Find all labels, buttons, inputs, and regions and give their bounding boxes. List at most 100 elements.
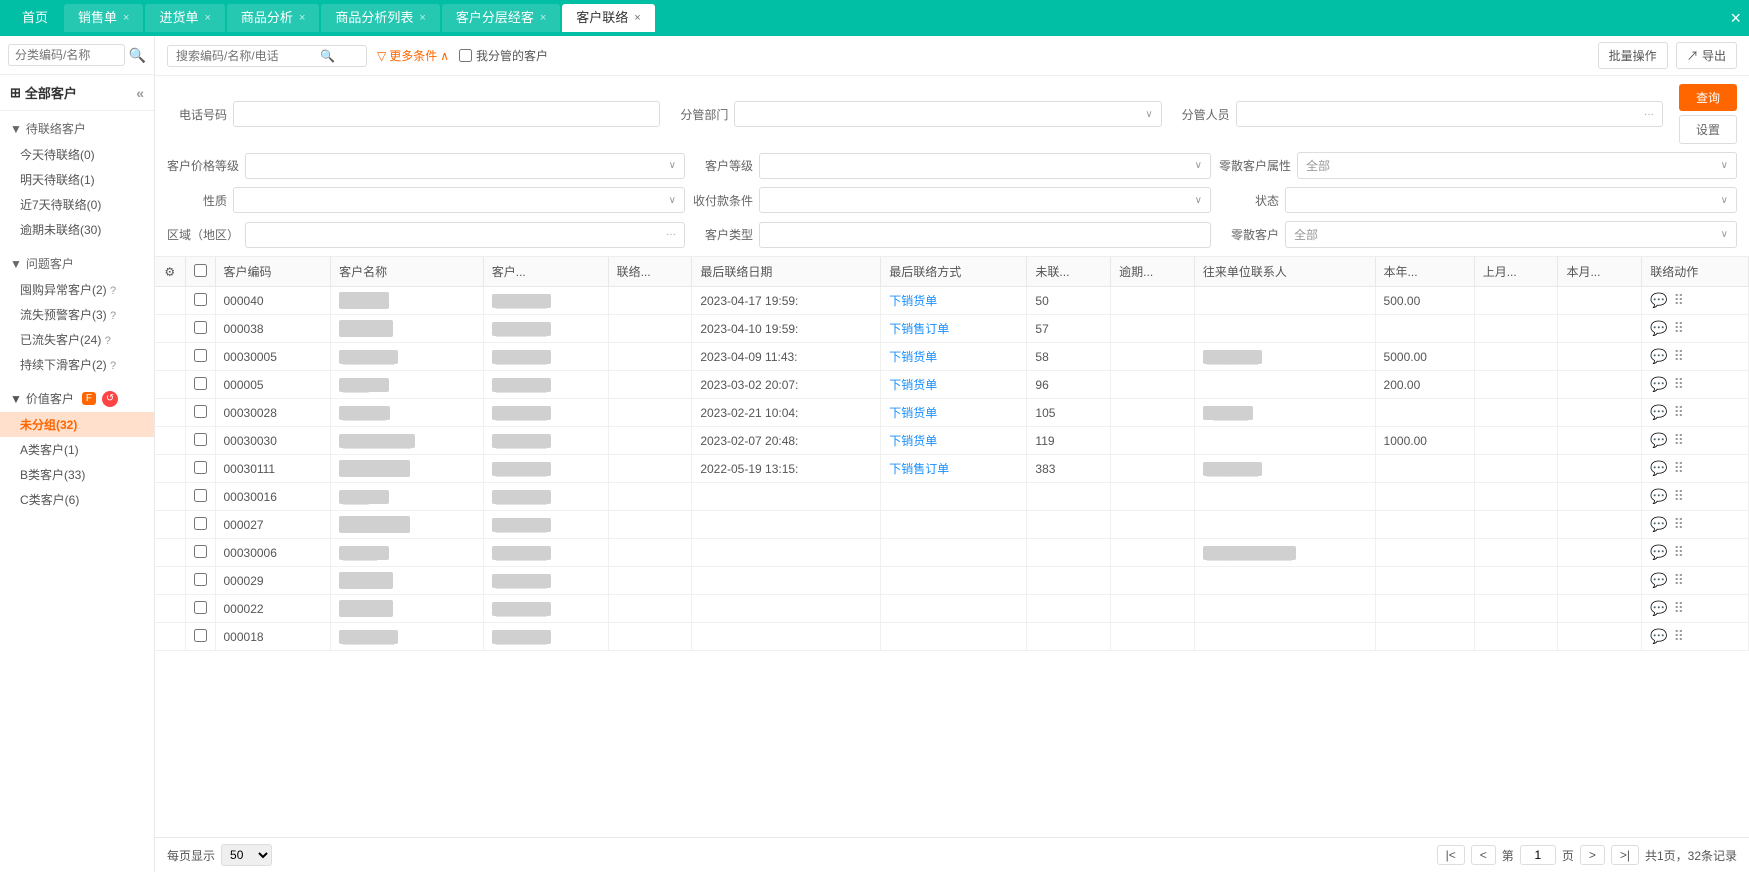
tab-customer-segment-close[interactable]: × — [540, 4, 546, 32]
tab-sales[interactable]: 销售单 × — [64, 4, 143, 32]
row-checkbox[interactable] — [194, 293, 207, 306]
chat-action-icon[interactable]: 💬 — [1650, 572, 1667, 589]
more-conditions-btn[interactable]: ▽ 更多条件 ∧ — [377, 47, 449, 64]
chat-action-icon[interactable]: 💬 — [1650, 404, 1667, 421]
tab-analysis-close[interactable]: × — [299, 4, 305, 32]
row-checkbox[interactable] — [194, 629, 207, 642]
last-way-link[interactable]: 下销货单 — [889, 378, 937, 392]
last-way-link[interactable]: 下销售订单 — [889, 462, 949, 476]
more-action-icon[interactable]: ⠿ — [1674, 348, 1684, 365]
tab-purchase-close[interactable]: × — [204, 4, 210, 32]
page-number-input[interactable] — [1520, 845, 1556, 865]
row-checkbox[interactable] — [194, 405, 207, 418]
more-action-icon[interactable]: ⠿ — [1674, 544, 1684, 561]
page-size-select[interactable]: 50 20 100 — [221, 844, 272, 866]
row-check[interactable] — [185, 511, 215, 539]
chat-action-icon[interactable]: 💬 — [1650, 432, 1667, 449]
row-checkbox[interactable] — [194, 349, 207, 362]
row-checkbox[interactable] — [194, 573, 207, 586]
more-action-icon[interactable]: ⠿ — [1674, 432, 1684, 449]
sidebar-collapse-icon[interactable]: « — [136, 85, 144, 101]
row-checkbox[interactable] — [194, 489, 207, 502]
row-check[interactable] — [185, 371, 215, 399]
sidebar-item-warning[interactable]: 流失预警客户(3) ? — [0, 302, 154, 327]
sidebar-item-7days[interactable]: 近7天待联络(0) — [0, 192, 154, 217]
row-check[interactable] — [185, 539, 215, 567]
more-action-icon[interactable]: ⠿ — [1674, 628, 1684, 645]
tab-analysis[interactable]: 商品分析 × — [227, 4, 319, 32]
last-page-button[interactable]: >| — [1611, 845, 1639, 865]
chat-action-icon[interactable]: 💬 — [1650, 628, 1667, 645]
row-checkbox[interactable] — [194, 377, 207, 390]
chat-action-icon[interactable]: 💬 — [1650, 488, 1667, 505]
search-input[interactable] — [176, 49, 316, 63]
row-check[interactable] — [185, 287, 215, 315]
last-way-link[interactable]: 下销货单 — [889, 434, 937, 448]
select-all-checkbox[interactable] — [194, 264, 207, 277]
gender-select[interactable]: ∨ — [233, 187, 685, 213]
more-action-icon[interactable]: ⠿ — [1674, 404, 1684, 421]
row-check[interactable] — [185, 315, 215, 343]
row-check[interactable] — [185, 427, 215, 455]
tab-home[interactable]: 首页 — [8, 4, 62, 32]
price-level-select[interactable]: ∨ — [245, 153, 685, 179]
sidebar-item-declining[interactable]: 持续下滑客户(2) ? — [0, 352, 154, 377]
customer-type-select[interactable] — [759, 222, 1211, 248]
retail-customer-select[interactable]: 全部 ∨ — [1285, 221, 1737, 248]
tab-customer-contact[interactable]: 客户联络 × — [562, 4, 654, 32]
search-icon[interactable]: 🔍 — [320, 49, 335, 63]
region-select[interactable]: ··· — [245, 222, 685, 248]
sidebar-section-pending-title[interactable]: ▼ 待联络客户 — [0, 115, 154, 142]
chat-action-icon[interactable]: 💬 — [1650, 320, 1667, 337]
row-checkbox[interactable] — [194, 601, 207, 614]
row-check[interactable] — [185, 483, 215, 511]
prev-page-button[interactable]: < — [1471, 845, 1496, 865]
status-select[interactable]: ∨ — [1285, 187, 1737, 213]
reset-button[interactable]: 设置 — [1679, 115, 1737, 144]
tab-analysis-list-close[interactable]: × — [419, 4, 425, 32]
sidebar-item-abnormal[interactable]: 囤购异常客户(2) ? — [0, 277, 154, 302]
row-check[interactable] — [185, 595, 215, 623]
customer-level-select[interactable]: ∨ — [759, 153, 1211, 179]
first-page-button[interactable]: |< — [1437, 845, 1465, 865]
query-button[interactable]: 查询 — [1679, 84, 1737, 111]
more-action-icon[interactable]: ⠿ — [1674, 460, 1684, 477]
last-way-link[interactable]: 下销货单 — [889, 406, 937, 420]
more-action-icon[interactable]: ⠿ — [1674, 292, 1684, 309]
close-window-button[interactable]: × — [1730, 8, 1741, 29]
chat-action-icon[interactable]: 💬 — [1650, 544, 1667, 561]
sidebar-item-tomorrow[interactable]: 明天待联络(1) — [0, 167, 154, 192]
sidebar-item-ungroup[interactable]: 未分组(32) — [0, 412, 154, 437]
th-check[interactable] — [185, 257, 215, 287]
row-check[interactable] — [185, 455, 215, 483]
tab-sales-close[interactable]: × — [123, 4, 129, 32]
chat-action-icon[interactable]: 💬 — [1650, 348, 1667, 365]
tab-customer-contact-close[interactable]: × — [634, 4, 640, 32]
batch-op-button[interactable]: 批量操作 — [1598, 42, 1668, 69]
more-action-icon[interactable]: ⠿ — [1674, 572, 1684, 589]
more-action-icon[interactable]: ⠿ — [1674, 320, 1684, 337]
sidebar-section-value-title[interactable]: ▼ 价值客户 F ↺ — [0, 385, 154, 412]
more-action-icon[interactable]: ⠿ — [1674, 376, 1684, 393]
th-settings[interactable]: ⚙ — [155, 257, 185, 287]
sidebar-item-c-class[interactable]: C类客户(6) — [0, 487, 154, 512]
row-checkbox[interactable] — [194, 545, 207, 558]
tab-customer-segment[interactable]: 客户分层经客 × — [442, 4, 560, 32]
more-action-icon[interactable]: ⠿ — [1674, 488, 1684, 505]
row-check[interactable] — [185, 567, 215, 595]
sidebar-item-b-class[interactable]: B类客户(33) — [0, 462, 154, 487]
row-check[interactable] — [185, 399, 215, 427]
row-checkbox[interactable] — [194, 461, 207, 474]
chat-action-icon[interactable]: 💬 — [1650, 600, 1667, 617]
chat-action-icon[interactable]: 💬 — [1650, 516, 1667, 533]
payment-select[interactable]: ∨ — [759, 187, 1211, 213]
sidebar-search-input[interactable] — [8, 44, 125, 66]
chat-action-icon[interactable]: 💬 — [1650, 376, 1667, 393]
my-customers-checkbox[interactable] — [459, 49, 472, 62]
sidebar-item-lost[interactable]: 已流失客户(24) ? — [0, 327, 154, 352]
sidebar-section-problem-title[interactable]: ▼ 问题客户 — [0, 250, 154, 277]
sidebar-item-today[interactable]: 今天待联络(0) — [0, 142, 154, 167]
last-way-link[interactable]: 下销货单 — [889, 350, 937, 364]
next-page-button[interactable]: > — [1580, 845, 1605, 865]
tab-purchase[interactable]: 进货单 × — [145, 4, 224, 32]
